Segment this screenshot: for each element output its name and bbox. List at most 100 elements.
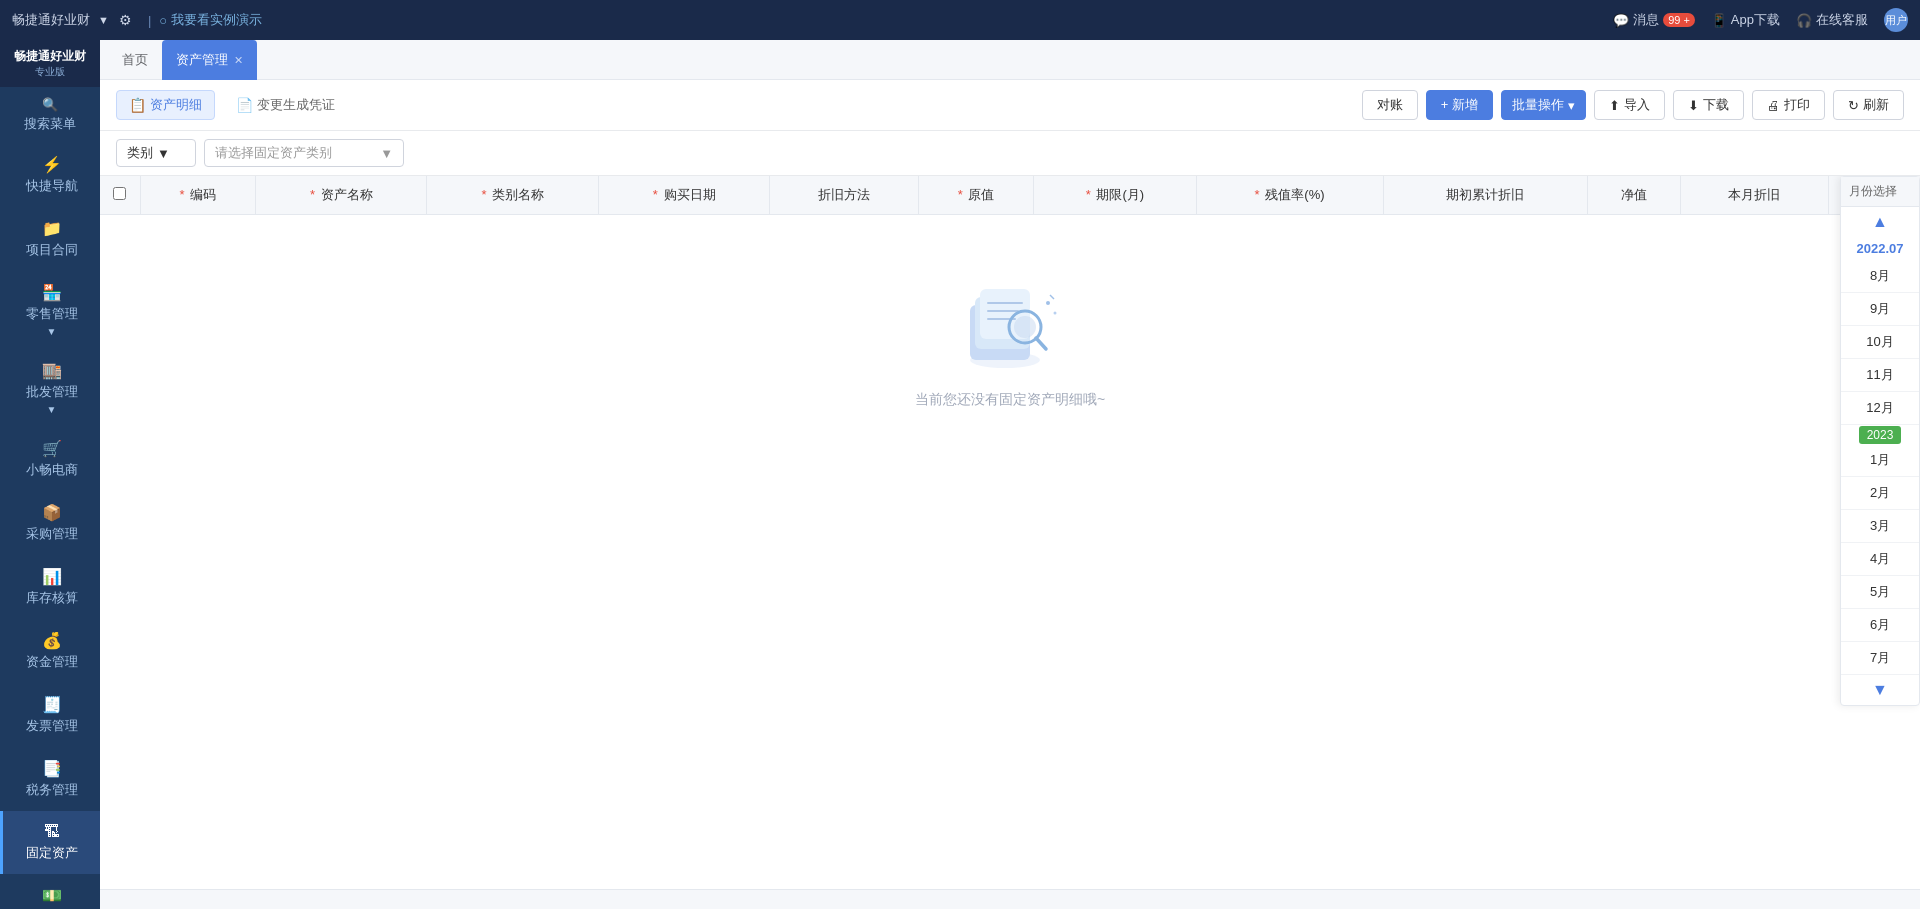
tab-home[interactable]: 首页 <box>108 40 162 80</box>
message-button[interactable]: 💬 消息 99 + <box>1613 11 1695 29</box>
toolbar-tab-change-voucher[interactable]: 📄 变更生成凭证 <box>223 90 348 120</box>
fixed-assets-icon: 🏗 <box>44 823 60 841</box>
toolbar-tab-asset-detail[interactable]: 📋 资产明细 <box>116 90 215 120</box>
th-name: * 资产名称 <box>256 176 427 215</box>
th-accumulated-depreciation: 期初累计折旧 <box>1383 176 1587 215</box>
main-layout: 畅捷通好业财 专业版 🔍 搜索菜单 ⚡ 快捷导航 📁 项目合同 🏪 零售管理 ▼… <box>0 40 1920 909</box>
month-item-12[interactable]: 12月 <box>1841 392 1919 425</box>
select-all-checkbox[interactable] <box>113 187 126 200</box>
refresh-button[interactable]: ↻ 刷新 <box>1833 90 1904 120</box>
asset-detail-icon: 📋 <box>129 97 146 113</box>
th-category: * 类别名称 <box>427 176 598 215</box>
month-panel-current-year[interactable]: 2022.07 <box>1841 237 1919 260</box>
shortcut-icon: ⚡ <box>42 155 62 174</box>
add-button[interactable]: + 新增 <box>1426 90 1493 120</box>
sidebar-item-inventory[interactable]: 📊 库存核算 <box>0 555 100 619</box>
avatar-label: 用户 <box>1885 13 1907 28</box>
svg-point-8 <box>1014 316 1036 338</box>
sidebar-item-fixed-assets[interactable]: 🏗 固定资产 <box>0 811 100 874</box>
avatar[interactable]: 用户 <box>1884 8 1908 32</box>
month-item-4[interactable]: 4月 <box>1841 543 1919 576</box>
fund-icon: 💰 <box>42 631 62 650</box>
month-item-8[interactable]: 8月 <box>1841 260 1919 293</box>
toolbar: 📋 资产明细 📄 变更生成凭证 对账 + 新增 批量操作 <box>100 80 1920 131</box>
th-checkbox <box>100 176 140 215</box>
category-input[interactable]: 请选择固定资产类别 ▼ <box>204 139 404 167</box>
batch-button[interactable]: 批量操作 ▾ <box>1501 90 1586 120</box>
month-nav-down-icon[interactable]: ▼ <box>1866 679 1894 701</box>
print-icon: 🖨 <box>1767 98 1780 113</box>
app-download-button[interactable]: 📱 App下载 <box>1711 11 1780 29</box>
settings-icon[interactable]: ⚙ <box>119 12 132 28</box>
month-item-2[interactable]: 2月 <box>1841 477 1919 510</box>
sidebar: 畅捷通好业财 专业版 🔍 搜索菜单 ⚡ 快捷导航 📁 项目合同 🏪 零售管理 ▼… <box>0 40 100 909</box>
sidebar-item-search[interactable]: 🔍 搜索菜单 <box>0 87 100 143</box>
month-panel-nav-up[interactable]: ▲ <box>1841 207 1919 237</box>
download-button[interactable]: ⬇ 下载 <box>1673 90 1744 120</box>
tax-icon: 📑 <box>42 759 62 778</box>
retail-icon: 🏪 <box>42 283 62 302</box>
company-dropdown[interactable]: ▼ <box>98 14 109 26</box>
batch-dropdown-icon: ▾ <box>1568 98 1575 113</box>
message-badge: 99 + <box>1663 13 1695 27</box>
sidebar-edition: 专业版 <box>6 65 94 79</box>
table-header-row: * 编码 * 资产名称 * 类别名称 <box>100 176 1920 215</box>
sidebar-item-retail[interactable]: 🏪 零售管理 ▼ <box>0 271 100 349</box>
empty-message: 当前您还没有固定资产明细哦~ <box>915 391 1105 409</box>
month-item-5[interactable]: 5月 <box>1841 576 1919 609</box>
month-item-11[interactable]: 11月 <box>1841 359 1919 392</box>
page-content: 📋 资产明细 📄 变更生成凭证 对账 + 新增 批量操作 <box>100 80 1920 889</box>
salary-icon: 💵 <box>42 886 62 905</box>
sidebar-item-project[interactable]: 📁 项目合同 <box>0 207 100 271</box>
month-item-10[interactable]: 10月 <box>1841 326 1919 359</box>
sidebar-item-wholesale[interactable]: 🏬 批发管理 ▼ <box>0 349 100 427</box>
project-icon: 📁 <box>42 219 62 238</box>
import-icon: ⬆ <box>1609 98 1620 113</box>
month-item-7[interactable]: 7月 <box>1841 642 1919 675</box>
inventory-icon: 📊 <box>42 567 62 586</box>
month-item-6[interactable]: 6月 <box>1841 609 1919 642</box>
th-depreciation-method: 折旧方法 <box>770 176 918 215</box>
tab-asset-management[interactable]: 资产管理 ✕ <box>162 40 257 80</box>
online-service-button[interactable]: 🎧 在线客服 <box>1796 11 1868 29</box>
month-panel-title: 月份选择 <box>1849 183 1897 200</box>
asset-detail-label: 资产明细 <box>150 96 202 114</box>
headset-icon: 🎧 <box>1796 13 1812 28</box>
sidebar-item-purchase[interactable]: 📦 采购管理 <box>0 491 100 555</box>
import-button[interactable]: ⬆ 导入 <box>1594 90 1665 120</box>
month-nav-up-icon[interactable]: ▲ <box>1866 211 1894 233</box>
tab-asset-label: 资产管理 <box>176 40 228 80</box>
demo-link[interactable]: ○ 我要看实例演示 <box>159 11 262 29</box>
ecommerce-icon: 🛒 <box>42 439 62 458</box>
reconcile-button[interactable]: 对账 <box>1362 90 1418 120</box>
sidebar-item-shortcut[interactable]: ⚡ 快捷导航 <box>0 143 100 207</box>
month-panel-nav-down[interactable]: ▼ <box>1841 675 1919 705</box>
print-button[interactable]: 🖨 打印 <box>1752 90 1825 120</box>
tab-close-icon[interactable]: ✕ <box>234 40 243 80</box>
sidebar-logo[interactable]: 畅捷通好业财 专业版 <box>0 40 100 87</box>
top-bar-right: 💬 消息 99 + 📱 App下载 🎧 在线客服 用户 <box>1613 8 1908 32</box>
input-dropdown-icon: ▼ <box>380 146 393 161</box>
top-bar: 畅捷通好业财 ▼ ⚙ | ○ 我要看实例演示 💬 消息 99 + 📱 App下载… <box>0 0 1920 40</box>
sidebar-item-ecommerce[interactable]: 🛒 小畅电商 <box>0 427 100 491</box>
content-wrapper: * 编码 * 资产名称 * 类别名称 <box>100 176 1920 889</box>
category-filter[interactable]: 类别 ▼ <box>116 139 196 167</box>
content-area: 首页 资产管理 ✕ 📋 资产明细 📄 变更生成凭证 <box>100 40 1920 909</box>
table-empty-row: 当前您还没有固定资产明细哦~ <box>100 215 1920 470</box>
month-panel-header: 月份选择 <box>1841 177 1919 207</box>
month-item-9[interactable]: 9月 <box>1841 293 1919 326</box>
svg-line-9 <box>1036 338 1046 349</box>
sidebar-item-fund[interactable]: 💰 资金管理 <box>0 619 100 683</box>
sidebar-item-salary[interactable]: 💵 工资 <box>0 874 100 909</box>
tab-home-label: 首页 <box>122 40 148 80</box>
bottom-scroll-bar[interactable] <box>100 889 1920 909</box>
svg-point-10 <box>1046 301 1050 305</box>
month-item-3[interactable]: 3月 <box>1841 510 1919 543</box>
sidebar-app-name: 畅捷通好业财 <box>6 48 94 65</box>
svg-line-12 <box>1050 295 1054 299</box>
sidebar-item-tax[interactable]: 📑 税务管理 <box>0 747 100 811</box>
sidebar-item-invoice[interactable]: 🧾 发票管理 <box>0 683 100 747</box>
message-icon: 💬 <box>1613 13 1629 28</box>
month-item-1[interactable]: 1月 <box>1841 444 1919 477</box>
th-net-value: 净值 <box>1587 176 1680 215</box>
